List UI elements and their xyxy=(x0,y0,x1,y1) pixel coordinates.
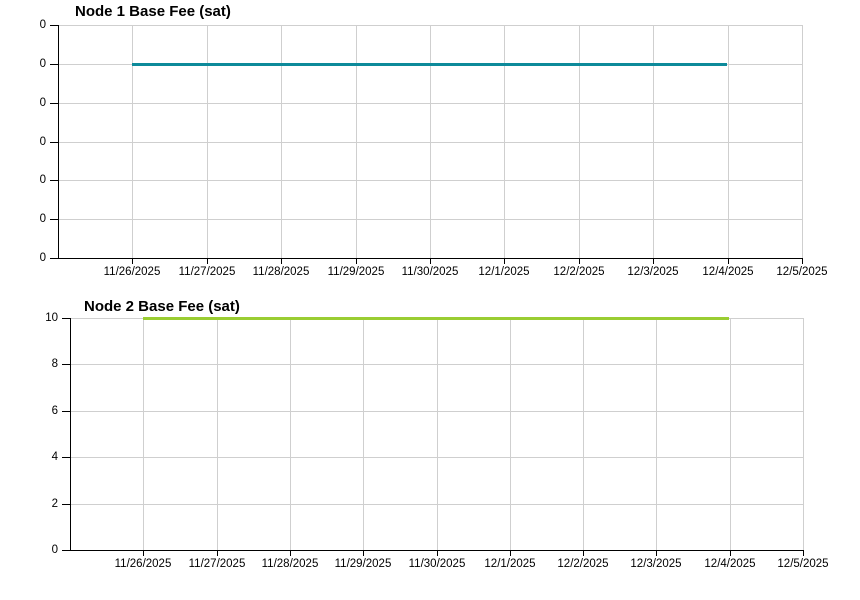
x-tick-mark xyxy=(132,258,133,264)
x-tick-mark xyxy=(430,258,431,264)
v-gridline xyxy=(728,25,729,258)
v-gridline xyxy=(583,318,584,550)
y-tick-label: 0 xyxy=(10,251,46,265)
x-tick-mark xyxy=(583,550,584,556)
v-gridline xyxy=(281,25,282,258)
v-gridline xyxy=(579,25,580,258)
x-tick-mark xyxy=(143,550,144,556)
v-gridline xyxy=(430,25,431,258)
y-tick-mark xyxy=(62,457,70,458)
y-tick-mark xyxy=(50,103,58,104)
x-tick-mark xyxy=(356,258,357,264)
x-tick-mark xyxy=(730,550,731,556)
node1-chart-title: Node 1 Base Fee (sat) xyxy=(75,4,231,20)
x-tick-mark xyxy=(802,258,803,264)
x-tick-mark xyxy=(728,258,729,264)
x-tick-label: 12/3/2025 xyxy=(618,265,688,279)
y-tick-label: 8 xyxy=(22,357,58,371)
y-tick-label: 0 xyxy=(10,57,46,71)
x-tick-mark xyxy=(653,258,654,264)
x-tick-label: 11/28/2025 xyxy=(246,265,316,279)
v-gridline xyxy=(802,25,803,258)
y-tick-label: 4 xyxy=(22,450,58,464)
y-tick-label: 0 xyxy=(10,173,46,187)
y-axis-line xyxy=(70,318,71,551)
x-tick-mark xyxy=(656,550,657,556)
y-tick-mark xyxy=(62,364,70,365)
y-tick-label: 0 xyxy=(10,96,46,110)
x-tick-mark xyxy=(579,258,580,264)
y-tick-label: 0 xyxy=(10,212,46,226)
y-axis-line xyxy=(58,25,59,259)
v-gridline xyxy=(207,25,208,258)
y-tick-mark xyxy=(50,142,58,143)
y-tick-label: 6 xyxy=(22,404,58,418)
v-gridline xyxy=(510,318,511,550)
v-gridline xyxy=(803,318,804,550)
y-tick-mark xyxy=(62,318,70,319)
node2-chart-title: Node 2 Base Fee (sat) xyxy=(84,299,240,315)
x-tick-mark xyxy=(803,550,804,556)
x-tick-label: 11/30/2025 xyxy=(402,557,472,571)
y-tick-mark xyxy=(50,25,58,26)
v-gridline xyxy=(730,318,731,550)
y-tick-label: 0 xyxy=(10,18,46,32)
x-tick-label: 12/4/2025 xyxy=(693,265,763,279)
v-gridline xyxy=(363,318,364,550)
x-tick-mark xyxy=(437,550,438,556)
x-tick-label: 11/27/2025 xyxy=(182,557,252,571)
node1-base-fee-chart: Node 1 Base Fee (sat) 0 0 0 0 0 0 0 11/26/2025 1… xyxy=(0,0,860,292)
x-tick-label: 11/28/2025 xyxy=(255,557,325,571)
y-tick-mark xyxy=(50,180,58,181)
x-tick-label: 11/30/2025 xyxy=(395,265,465,279)
x-tick-label: 11/26/2025 xyxy=(97,265,167,279)
x-tick-mark xyxy=(281,258,282,264)
y-tick-mark xyxy=(50,219,58,220)
y-tick-label: 10 xyxy=(22,311,58,325)
x-tick-label: 12/5/2025 xyxy=(767,265,837,279)
x-tick-label: 12/3/2025 xyxy=(621,557,691,571)
x-tick-mark xyxy=(290,550,291,556)
y-tick-label: 0 xyxy=(10,135,46,149)
y-tick-mark xyxy=(50,258,58,259)
v-gridline xyxy=(504,25,505,258)
node1-series-line xyxy=(132,63,727,66)
x-tick-label: 11/27/2025 xyxy=(172,265,242,279)
x-tick-mark xyxy=(207,258,208,264)
y-tick-label: 0 xyxy=(22,543,58,557)
v-gridline xyxy=(356,25,357,258)
y-tick-mark xyxy=(62,504,70,505)
x-tick-mark xyxy=(504,258,505,264)
node2-base-fee-chart: Node 2 Base Fee (sat) 10 8 6 4 2 0 11/26/2025 1… xyxy=(0,292,860,600)
x-tick-label: 11/29/2025 xyxy=(321,265,391,279)
v-gridline xyxy=(653,25,654,258)
y-tick-mark xyxy=(62,411,70,412)
charts-page: Node 1 Base Fee (sat) 0 0 0 0 0 0 0 11/26/2025 1… xyxy=(0,0,860,600)
v-gridline xyxy=(656,318,657,550)
x-tick-label: 12/5/2025 xyxy=(768,557,838,571)
x-tick-label: 12/1/2025 xyxy=(469,265,539,279)
y-tick-mark xyxy=(62,550,70,551)
v-gridline xyxy=(143,318,144,550)
x-tick-mark xyxy=(363,550,364,556)
y-tick-mark xyxy=(50,64,58,65)
y-tick-label: 2 xyxy=(22,497,58,511)
x-tick-mark xyxy=(510,550,511,556)
v-gridline xyxy=(437,318,438,550)
x-tick-label: 12/2/2025 xyxy=(548,557,618,571)
node2-series-line xyxy=(143,317,729,320)
x-tick-label: 11/26/2025 xyxy=(108,557,178,571)
x-tick-label: 12/2/2025 xyxy=(544,265,614,279)
v-gridline xyxy=(217,318,218,550)
v-gridline xyxy=(132,25,133,258)
x-tick-label: 12/4/2025 xyxy=(695,557,765,571)
x-tick-label: 12/1/2025 xyxy=(475,557,545,571)
v-gridline xyxy=(290,318,291,550)
x-tick-mark xyxy=(217,550,218,556)
x-tick-label: 11/29/2025 xyxy=(328,557,398,571)
